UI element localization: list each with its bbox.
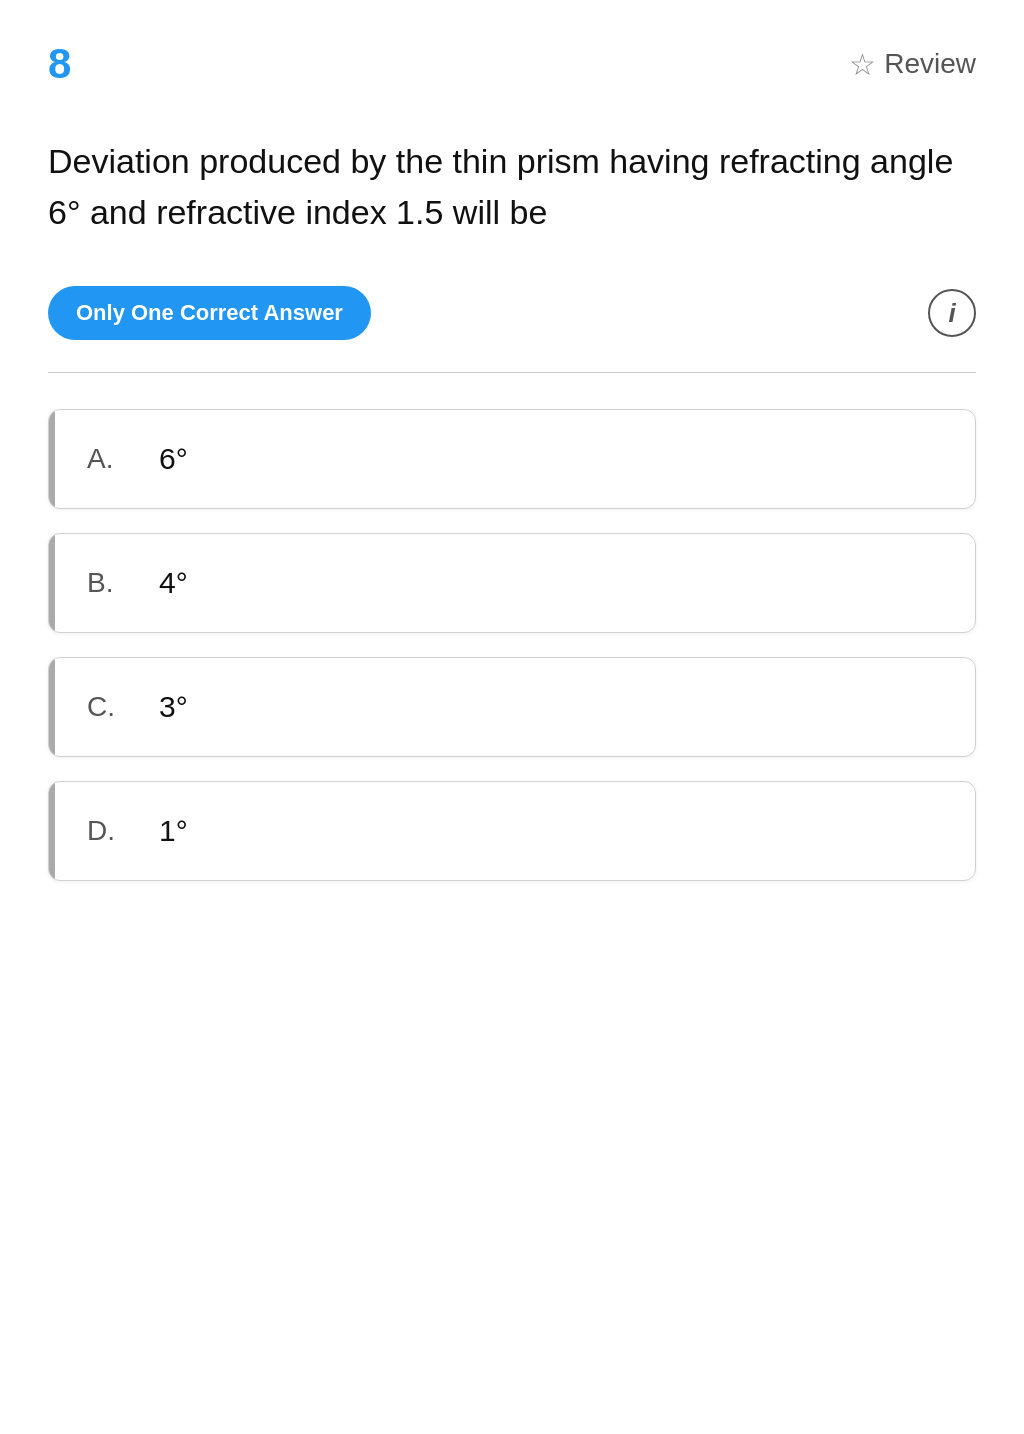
option-b-content: B. 4° [55,534,975,632]
option-c-label: C. [87,691,127,723]
option-c-value: 3° [159,690,188,724]
review-button[interactable]: ☆ Review [849,47,976,82]
option-b[interactable]: B. 4° [48,533,976,633]
option-a-value: 6° [159,442,188,476]
option-d-label: D. [87,815,127,847]
option-d-value: 1° [159,814,188,848]
question-number: 8 [48,40,71,88]
answer-type-badge: Only One Correct Answer [48,286,371,340]
option-a-content: A. 6° [55,410,975,508]
option-b-value: 4° [159,566,188,600]
review-label: Review [884,48,976,80]
question-text: Deviation produced by the thin prism hav… [48,136,976,238]
star-icon: ☆ [849,47,876,82]
option-d-content: D. 1° [55,782,975,880]
option-a[interactable]: A. 6° [48,409,976,509]
option-a-label: A. [87,443,127,475]
page-header: 8 ☆ Review [48,40,976,88]
section-divider [48,372,976,373]
option-d[interactable]: D. 1° [48,781,976,881]
options-list: A. 6° B. 4° C. 3° D. 1° [48,409,976,881]
option-c-content: C. 3° [55,658,975,756]
option-b-label: B. [87,567,127,599]
badge-row: Only One Correct Answer i [48,286,976,340]
option-c[interactable]: C. 3° [48,657,976,757]
info-icon[interactable]: i [928,289,976,337]
